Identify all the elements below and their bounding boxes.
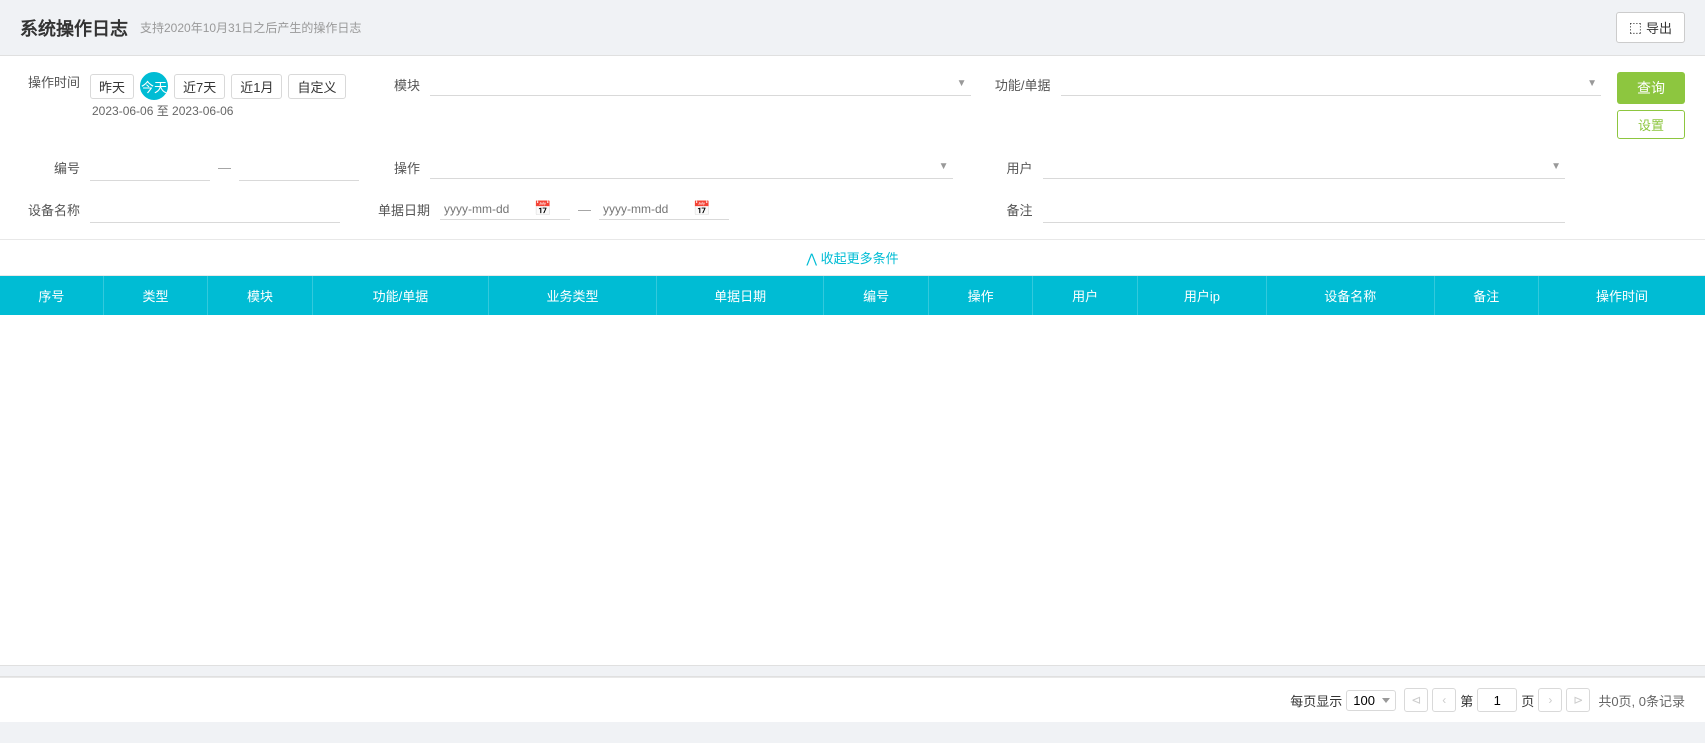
collapse-label: 收起更多条件: [821, 251, 899, 266]
pagination-bar: 每页显示 50 100 200 500 ⊲ ‹ 第 页 › ⊳ 共0页, 0条记…: [0, 677, 1705, 722]
page-label: 第: [1460, 691, 1473, 710]
current-page-input[interactable]: [1477, 688, 1517, 712]
device-input[interactable]: [90, 195, 340, 223]
date-separator: —: [570, 202, 599, 217]
col-user: 用户: [1033, 276, 1137, 315]
first-page-button[interactable]: ⊲: [1404, 688, 1428, 712]
device-label: 设备名称: [20, 200, 90, 219]
empty-area: [0, 315, 1705, 665]
col-function: 功能/单据: [312, 276, 488, 315]
page-size-section: 每页显示 50 100 200 500: [1290, 690, 1396, 711]
remark-label: 备注: [973, 200, 1043, 219]
user-select[interactable]: [1043, 155, 1566, 178]
number-input-from[interactable]: [90, 153, 210, 181]
time-buttons-section: 昨天 今天 近7天 近1月 自定义 2023-06-06 至 2023-06-0…: [90, 72, 346, 119]
filter-section: 操作时间 昨天 今天 近7天 近1月 自定义 2023-06-06 至 2023…: [0, 56, 1705, 240]
col-device: 设备名称: [1266, 276, 1434, 315]
date-from-wrapper: 📅: [440, 198, 570, 220]
voucher-date-filter-group: 单据日期 📅 — 📅: [360, 198, 953, 220]
pagination-nav: ⊲ ‹ 第 页 › ⊳: [1404, 688, 1590, 712]
time-btn-1month[interactable]: 近1月: [231, 74, 282, 99]
calendar-icon-2[interactable]: 📅: [693, 200, 710, 217]
number-label: 编号: [20, 158, 90, 177]
operation-label: 操作: [360, 158, 430, 177]
calendar-icon-1[interactable]: 📅: [534, 200, 551, 217]
remark-input[interactable]: [1043, 195, 1566, 223]
module-label: 模块: [360, 75, 430, 94]
page-size-select[interactable]: 50 100 200 500: [1346, 690, 1396, 711]
col-seq: 序号: [0, 276, 103, 315]
number-filter-group: 编号 —: [20, 153, 360, 181]
module-filter-group: 模块 ▼: [360, 72, 971, 96]
col-operation: 操作: [928, 276, 1032, 315]
time-filter-group: 操作时间 昨天 今天 近7天 近1月 自定义 2023-06-06 至 2023…: [20, 72, 360, 119]
data-table: 序号 类型 模块 功能/单据 业务类型 单据日期 编号 操作 用户 用户ip 设…: [0, 276, 1705, 315]
col-number: 编号: [824, 276, 928, 315]
user-label: 用户: [973, 158, 1043, 177]
date-to-input[interactable]: [603, 202, 693, 216]
voucher-date-label: 单据日期: [360, 200, 440, 219]
col-biz-type: 业务类型: [489, 276, 657, 315]
query-button[interactable]: 查询: [1617, 72, 1685, 104]
page-unit: 页: [1521, 691, 1534, 710]
col-type: 类型: [103, 276, 207, 315]
function-select-wrapper: ▼: [1061, 72, 1602, 96]
scrollbar-inner: [0, 666, 1705, 676]
export-label: 导出: [1646, 18, 1672, 37]
table-section: 序号 类型 模块 功能/单据 业务类型 单据日期 编号 操作 用户 用户ip 设…: [0, 276, 1705, 665]
device-filter-group: 设备名称: [20, 195, 360, 223]
scrollbar-area[interactable]: [0, 665, 1705, 677]
operation-select[interactable]: [430, 155, 953, 178]
col-module: 模块: [208, 276, 312, 315]
date-from-input[interactable]: [444, 202, 534, 216]
settings-button[interactable]: 设置: [1617, 110, 1685, 139]
remark-filter-group: 备注: [973, 195, 1566, 223]
col-remark: 备注: [1434, 276, 1538, 315]
time-btn-yesterday[interactable]: 昨天: [90, 74, 134, 99]
time-range-text: 2023-06-06 至 2023-06-06: [90, 102, 346, 119]
operation-select-wrapper: ▼: [430, 155, 953, 179]
page-title: 系统操作日志: [20, 15, 128, 41]
page-subtitle: 支持2020年10月31日之后产生的操作日志: [140, 19, 361, 36]
operation-filter-group: 操作 ▼: [360, 155, 953, 179]
function-filter-group: 功能/单据 ▼: [991, 72, 1602, 96]
user-select-wrapper: ▼: [1043, 155, 1566, 179]
time-btn-custom[interactable]: 自定义: [288, 74, 345, 99]
function-label: 功能/单据: [991, 75, 1061, 94]
col-op-time: 操作时间: [1539, 276, 1705, 315]
prev-page-button[interactable]: ‹: [1432, 688, 1456, 712]
number-input-to[interactable]: [239, 153, 359, 181]
export-button[interactable]: ⬚ 导出: [1616, 12, 1685, 43]
col-voucher-date: 单据日期: [656, 276, 824, 315]
time-label: 操作时间: [20, 72, 90, 91]
action-buttons: 查询 设置: [1617, 72, 1685, 139]
module-select[interactable]: [430, 72, 971, 95]
row3-filter: 设备名称 单据日期 📅 — 📅 备注: [20, 195, 1685, 223]
user-filter-group: 用户 ▼: [973, 155, 1566, 179]
function-select[interactable]: [1061, 72, 1602, 95]
page-header: 系统操作日志 支持2020年10月31日之后产生的操作日志 ⬚ 导出: [0, 0, 1705, 56]
number-separator: —: [210, 160, 239, 175]
collapse-icon: ⋀: [806, 251, 817, 266]
date-to-wrapper: 📅: [599, 198, 729, 220]
export-icon: ⬚: [1629, 19, 1642, 36]
module-select-wrapper: ▼: [430, 72, 971, 96]
last-page-button[interactable]: ⊳: [1566, 688, 1590, 712]
collapse-bar[interactable]: ⋀ 收起更多条件: [0, 240, 1705, 276]
time-btn-7days[interactable]: 近7天: [174, 74, 225, 99]
col-user-ip: 用户ip: [1137, 276, 1266, 315]
next-page-button[interactable]: ›: [1538, 688, 1562, 712]
time-btn-today[interactable]: 今天: [140, 72, 168, 100]
per-page-label: 每页显示: [1290, 691, 1342, 710]
table-header-row: 序号 类型 模块 功能/单据 业务类型 单据日期 编号 操作 用户 用户ip 设…: [0, 276, 1705, 315]
row2-filter: 编号 — 操作 ▼ 用户 ▼: [20, 153, 1685, 181]
total-info: 共0页, 0条记录: [1598, 691, 1685, 710]
